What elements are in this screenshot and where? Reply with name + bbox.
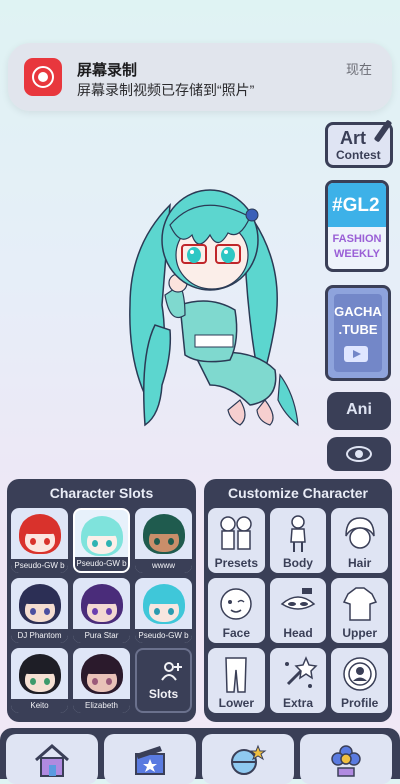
notification-message: 屏幕录制视频已存储到“照片” [77,82,255,98]
customize-head-button[interactable]: Head [269,578,327,643]
character-slots-grid: Pseudo-GW b Pseudo-GW b wwww DJ Phantom Pura… [11,508,192,713]
customize-upper-button[interactable]: Upper [331,578,388,643]
ani-label: Ani [346,401,372,418]
customize-grid: Presets Body Hair Face Head Upper Lower Extra Pr… [208,508,388,713]
slot-name: Pura Star [73,629,130,643]
add-person-icon [161,662,182,681]
gl2-line1: FASHION [332,233,382,245]
upper-icon [340,584,380,629]
face-icon [216,584,256,629]
customize-extra-button[interactable]: Extra [269,648,327,713]
bottom-nav-bar [0,728,400,784]
visibility-toggle-button[interactable] [327,437,391,471]
tab-studio[interactable] [104,734,196,784]
customize-item-label: Presets [214,556,259,570]
slot-name: DJ Phantom [11,629,68,643]
ani-button[interactable]: Ani [327,392,391,430]
customize-presets-button[interactable]: Presets [208,508,265,573]
hair-icon [340,514,380,559]
gl2-fashion-weekly-button[interactable]: #GL2 FASHION WEEKLY [325,180,389,272]
character-slot[interactable]: Pseudo-GW b [73,508,130,573]
character-slot[interactable]: Pura Star [73,578,130,643]
customize-item-label: Face [222,626,250,640]
slot-name: Pseudo-GW b [75,557,128,571]
head-icon [278,584,318,629]
notification-time: 现在 [345,62,372,77]
character-slot[interactable]: Keito [11,648,68,713]
customize-item-label: Upper [342,626,377,640]
presets-icon [214,514,258,559]
slot-name: Pseudo-GW b [135,629,192,643]
customize-character-panel: Customize Character Presets Body Hair Face H… [204,479,392,722]
customize-face-button[interactable]: Face [208,578,265,643]
gl2-tag: #GL2 [332,195,380,216]
slots-button-label: Slots [148,687,179,701]
gacha-tube-button[interactable]: GACHA .TUBE [325,285,391,381]
customize-hair-button[interactable]: Hair [331,508,388,573]
art-contest-sublabel: Contest [336,148,381,162]
slot-name: Pseudo-GW b [11,559,68,573]
character-slot[interactable]: DJ Phantom [11,578,68,643]
character-preview[interactable] [100,155,310,445]
tab-gacha[interactable] [202,734,294,784]
character-slot[interactable]: Pseudo-GW b [135,578,192,643]
character-slot[interactable]: Pseudo-GW b [11,508,68,573]
customize-item-label: Extra [282,696,313,710]
gacha-tube-line1: GACHA [334,304,382,319]
customize-item-label: Body [282,556,313,570]
slot-name: wwww [135,559,192,573]
tab-home[interactable] [6,734,98,784]
character-slot[interactable]: wwww [135,508,192,573]
gacha-icon [231,744,267,775]
character-slots-title: Character Slots [49,485,154,501]
body-icon [283,514,313,559]
screen-record-notification[interactable]: 屏幕录制 屏幕录制视频已存储到“照片” 现在 [8,43,392,111]
character-slot[interactable]: Elizabeth [73,648,130,713]
customize-profile-button[interactable]: Profile [331,648,388,713]
customize-item-label: Hair [347,556,372,570]
customize-item-label: Profile [340,696,379,710]
art-contest-label: Art [340,128,366,148]
gacha-tube-line2: .TUBE [338,322,378,337]
art-contest-button[interactable]: Art Contest [325,119,393,168]
studio-icon [135,746,165,775]
customize-title: Customize Character [227,485,369,501]
slot-name: Elizabeth [73,699,130,713]
character-slots-panel: Character Slots Pseudo-GW b Pseudo-GW b ww… [7,479,196,722]
screen-record-icon [24,58,62,96]
customize-item-label: Head [283,626,313,640]
profile-icon [340,654,380,699]
slots-button[interactable]: Slots [135,648,192,713]
slot-name: Keito [11,699,68,713]
customize-body-button[interactable]: Body [269,508,327,573]
customize-lower-button[interactable]: Lower [208,648,265,713]
customize-item-label: Lower [218,696,254,710]
lower-icon [221,654,251,699]
flower-icon [331,745,361,777]
extra-icon [278,654,318,699]
gl2-line2: WEEKLY [333,248,381,260]
home-icon [35,744,69,777]
play-icon [344,346,368,362]
tab-flower[interactable] [300,734,392,784]
pencil-icon [373,119,393,143]
notification-title: 屏幕录制 [77,62,138,79]
